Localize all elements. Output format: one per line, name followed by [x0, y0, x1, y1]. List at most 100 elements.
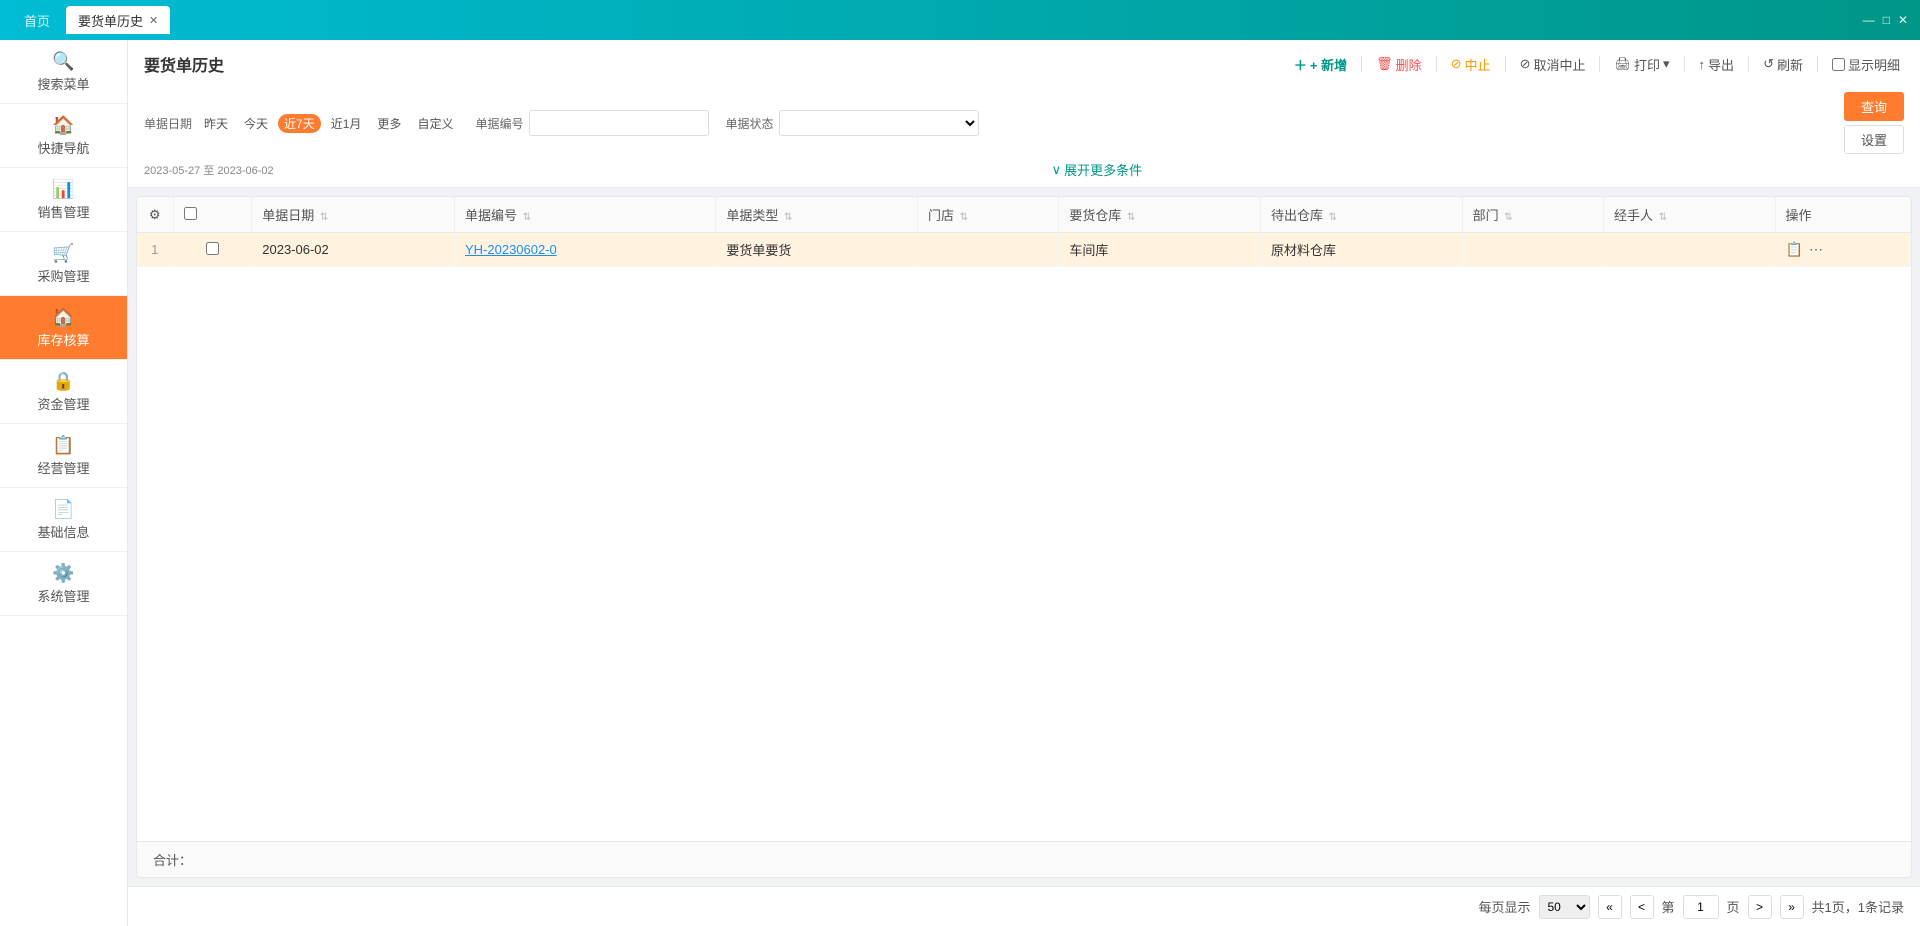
finance-mgmt-icon: 🔒 [52, 372, 74, 390]
col-doc-type: 单据类型 ⇅ [716, 197, 918, 233]
doc-no-link[interactable]: YH-20230602-0 [465, 242, 557, 257]
row-store-cell [917, 233, 1058, 267]
expand-more-btn[interactable]: ∨ 展开更多条件 [1052, 160, 1143, 179]
display-detail-button[interactable]: 显示明细 [1828, 53, 1904, 76]
sidebar-item-search-menu-label: 搜索菜单 [37, 74, 89, 93]
add-button[interactable]: ＋ + 新增 [1290, 53, 1351, 76]
divider-5 [1684, 56, 1685, 72]
tab-close-icon[interactable]: ✕ [149, 14, 158, 27]
table-footer: 合计： [137, 841, 1911, 877]
page-title: 要货单历史 [144, 52, 224, 76]
next-page-button[interactable]: > [1748, 895, 1772, 919]
row-operation-cell: 📋 ⋯ [1775, 233, 1910, 267]
sidebar-item-inventory-calc[interactable]: 🏠 库存核算 [0, 296, 127, 360]
stop-icon: ⊘ [1451, 56, 1462, 72]
col-doc-date: 单据日期 ⇅ [252, 197, 455, 233]
delete-button[interactable]: 🗑 删除 [1372, 53, 1426, 76]
view-detail-icon[interactable]: 📋 [1786, 241, 1803, 258]
sidebar-item-quick-nav[interactable]: 🏠 快捷导航 [0, 104, 127, 168]
col-pending-warehouse: 待出仓库 ⇅ [1260, 197, 1462, 233]
sidebar-item-basic-info[interactable]: 📄 基础信息 [0, 488, 127, 552]
status-select[interactable] [779, 110, 979, 136]
filter-row-2: 2023-05-27 至 2023-06-02 ∨ 展开更多条件 [144, 160, 1904, 179]
sidebar-item-quick-nav-label: 快捷导航 [37, 138, 89, 157]
sort-req-warehouse-icon[interactable]: ⇅ [1127, 212, 1135, 223]
close-window-icon[interactable]: ✕ [1898, 13, 1908, 27]
page-size-select[interactable]: 20 50 100 200 [1539, 895, 1590, 919]
first-page-button[interactable]: « [1598, 895, 1622, 919]
sidebar-item-finance-mgmt-label: 资金管理 [37, 394, 89, 413]
doc-no-label: 单据编号 [475, 115, 523, 132]
date-option-1month[interactable]: 近1月 [325, 114, 368, 133]
sidebar-item-purchase-mgmt[interactable]: 🛒 采购管理 [0, 232, 127, 296]
divider-7 [1817, 56, 1818, 72]
sidebar-item-purchase-mgmt-label: 采购管理 [37, 266, 89, 285]
prev-page-button[interactable]: < [1630, 895, 1654, 919]
sort-handler-icon[interactable]: ⇅ [1659, 212, 1667, 223]
date-option-7days[interactable]: 近7天 [278, 114, 321, 133]
settings-icon[interactable]: ⚙ [149, 207, 161, 222]
print-chevron-icon: ▾ [1663, 56, 1670, 72]
col-checkbox [173, 197, 252, 233]
date-range-text: 2023-05-27 至 2023-06-02 [144, 162, 274, 178]
sort-doc-date-icon[interactable]: ⇅ [320, 212, 328, 223]
sort-doc-no-icon[interactable]: ⇅ [523, 212, 531, 223]
last-page-button[interactable]: » [1780, 895, 1804, 919]
date-option-custom[interactable]: 自定义 [411, 114, 459, 133]
display-detail-checkbox[interactable] [1832, 58, 1845, 71]
export-icon: ↑ [1699, 57, 1706, 72]
refresh-button[interactable]: ↺ 刷新 [1759, 53, 1807, 76]
sidebar-item-system-mgmt[interactable]: ⚙️ 系统管理 [0, 552, 127, 616]
sidebar-item-ops-mgmt[interactable]: 📋 经营管理 [0, 424, 127, 488]
tab-requisition-history[interactable]: 要货单历史 ✕ [66, 6, 170, 34]
row-num-cell: 1 [137, 233, 173, 267]
doc-no-input[interactable] [529, 110, 709, 136]
select-all-checkbox[interactable] [184, 207, 197, 220]
purchase-mgmt-icon: 🛒 [52, 244, 74, 262]
page-title-row: 要货单历史 ＋ + 新增 🗑 删除 ⊘ 中止 [144, 52, 1904, 76]
add-icon: ＋ [1294, 55, 1307, 74]
table-body: 1 2023-06-02 YH-20230602-0 [137, 233, 1911, 267]
date-option-yesterday[interactable]: 昨天 [198, 114, 234, 133]
row-pending-warehouse-cell: 原材料仓库 [1260, 233, 1462, 267]
row-department-cell [1462, 233, 1603, 267]
ops-mgmt-icon: 📋 [52, 436, 74, 454]
col-store: 门店 ⇅ [917, 197, 1058, 233]
row-checkbox[interactable] [206, 242, 219, 255]
cancel-stop-button[interactable]: ⊘ 取消中止 [1516, 53, 1590, 76]
sidebar-item-finance-mgmt[interactable]: 🔒 资金管理 [0, 360, 127, 424]
divider-6 [1748, 56, 1749, 72]
setting-button[interactable]: 设置 [1844, 125, 1904, 154]
pagination-bar: 每页显示 20 50 100 200 « < 第 页 > » 共1页，1条记录 [128, 886, 1920, 926]
maximize-icon[interactable]: □ [1883, 13, 1890, 27]
sort-department-icon[interactable]: ⇅ [1504, 212, 1512, 223]
operation-icons: 📋 ⋯ [1786, 241, 1900, 258]
sort-pending-warehouse-icon[interactable]: ⇅ [1329, 212, 1337, 223]
sidebar-item-sales-mgmt[interactable]: 📊 销售管理 [0, 168, 127, 232]
sidebar-item-search-menu[interactable]: 🔍 搜索菜单 [0, 40, 127, 104]
query-button[interactable]: 查询 [1844, 92, 1904, 121]
tab-home-label: 首页 [24, 11, 50, 30]
stop-button[interactable]: ⊘ 中止 [1447, 53, 1495, 76]
sidebar-item-system-mgmt-label: 系统管理 [37, 586, 89, 605]
delete-icon: 🗑 [1376, 56, 1393, 72]
total-info: 共1页，1条记录 [1812, 897, 1904, 916]
status-filter-group: 单据状态 [725, 110, 979, 136]
export-button[interactable]: ↑ 导出 [1695, 53, 1739, 76]
more-action-icon[interactable]: ⋯ [1809, 241, 1823, 258]
row-doc-type-cell: 要货单要货 [716, 233, 918, 267]
page-number-input[interactable] [1683, 895, 1719, 919]
sort-store-icon[interactable]: ⇅ [960, 212, 968, 223]
minimize-icon[interactable]: — [1863, 13, 1875, 27]
sort-doc-type-icon[interactable]: ⇅ [784, 212, 792, 223]
sidebar-item-inventory-calc-label: 库存核算 [37, 330, 89, 349]
sidebar-item-ops-mgmt-label: 经营管理 [37, 458, 89, 477]
date-option-today[interactable]: 今天 [238, 114, 274, 133]
print-button[interactable]: 🖨 打印 ▾ [1610, 53, 1673, 76]
action-buttons: 查询 设置 [1844, 92, 1904, 154]
tab-requisition-history-label: 要货单历史 [78, 11, 143, 30]
table-container: ⚙ 单据日期 ⇅ 单据编号 ⇅ [136, 196, 1912, 878]
tab-home[interactable]: 首页 [12, 6, 62, 34]
date-option-more[interactable]: 更多 [371, 114, 407, 133]
row-handler-cell [1604, 233, 1776, 267]
